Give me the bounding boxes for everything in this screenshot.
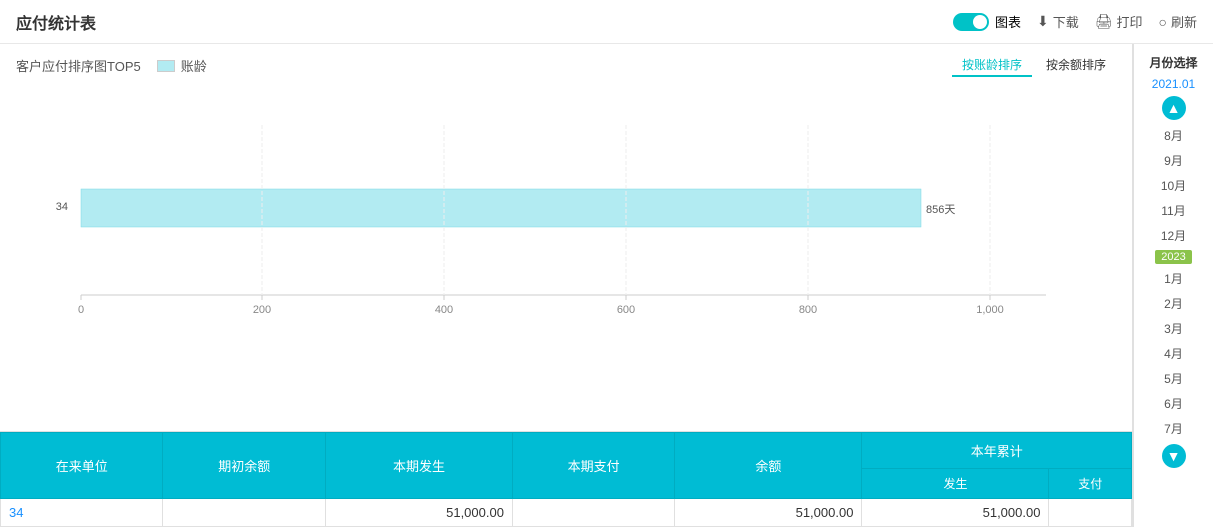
- col-current-pay: 本期支付: [512, 433, 674, 499]
- legend-top5: 客户应付排序图TOP5: [16, 56, 141, 75]
- cell-balance: 51,000.00: [675, 499, 862, 527]
- svg-text:600: 600: [617, 304, 635, 316]
- legend-balance-label: 账龄: [181, 56, 207, 75]
- table-header-row-1: 在来单位 期初余额 本期发生 本期支付 余额 本年累计: [1, 433, 1132, 469]
- chart-section: 客户应付排序图TOP5 账龄 按账龄排序 按余额排序: [0, 44, 1132, 431]
- print-label: 打印: [1117, 12, 1143, 31]
- main-content: 客户应付排序图TOP5 账龄 按账龄排序 按余额排序: [0, 44, 1213, 527]
- sort-by-age-button[interactable]: 按账龄排序: [952, 54, 1032, 77]
- chart-svg-container: 34 856天 0 200 400: [16, 85, 1116, 345]
- col-balance: 余额: [675, 433, 862, 499]
- table-row: 34 51,000.00 51,000.00 51,000.00: [1, 499, 1132, 527]
- col-current-occ: 本期发生: [325, 433, 512, 499]
- sort-by-balance-button[interactable]: 按余额排序: [1036, 54, 1116, 77]
- svg-text:1,000: 1,000: [976, 304, 1004, 316]
- refresh-button[interactable]: ○ 刷新: [1159, 12, 1197, 31]
- header-actions: 图表 ⬇ 下载 🖨 打印 ○ 刷新: [953, 12, 1197, 31]
- sidebar-month-10[interactable]: 10月: [1134, 173, 1213, 198]
- cell-current-occ: 51,000.00: [325, 499, 512, 527]
- sidebar-month-2[interactable]: 2月: [1134, 291, 1213, 316]
- sidebar-month-8[interactable]: 8月: [1134, 123, 1213, 148]
- cell-current-pay: [512, 499, 674, 527]
- chart-table-area: 客户应付排序图TOP5 账龄 按账龄排序 按余额排序: [0, 44, 1132, 527]
- col-ytd: 本年累计: [862, 433, 1132, 469]
- svg-text:400: 400: [435, 304, 453, 316]
- sidebar-month-9[interactable]: 9月: [1134, 148, 1213, 173]
- sidebar-year-label: 2021.01: [1152, 75, 1195, 93]
- cell-opening: [163, 499, 325, 527]
- print-button[interactable]: 🖨 打印: [1095, 12, 1143, 31]
- chart-toggle[interactable]: [953, 13, 989, 31]
- sidebar-month-11[interactable]: 11月: [1134, 198, 1213, 223]
- print-icon: 🖨: [1095, 13, 1113, 30]
- chart-header: 客户应付排序图TOP5 账龄 按账龄排序 按余额排序: [16, 54, 1116, 77]
- chart-legend: 客户应付排序图TOP5 账龄: [16, 56, 207, 75]
- chart-sort-buttons: 按账龄排序 按余额排序: [952, 54, 1116, 77]
- svg-text:800: 800: [799, 304, 817, 316]
- cell-ytd-occ: 51,000.00: [862, 499, 1049, 527]
- col-ytd-occ: 发生: [862, 469, 1049, 499]
- sidebar-title: 月份选择: [1149, 50, 1197, 75]
- svg-text:0: 0: [78, 304, 84, 316]
- table-wrapper: 在来单位 期初余额 本期发生 本期支付 余额 本年累计 发生 支付: [0, 432, 1132, 527]
- sidebar-up-button[interactable]: ▲: [1162, 96, 1186, 120]
- col-ytd-pay: 支付: [1049, 469, 1132, 499]
- sidebar-month-1[interactable]: 1月: [1134, 266, 1213, 291]
- sidebar-month-6[interactable]: 6月: [1134, 391, 1213, 416]
- chart-toggle-group: 图表: [953, 12, 1021, 31]
- sidebar-month-7[interactable]: 7月: [1134, 416, 1213, 441]
- sidebar-month-4[interactable]: 4月: [1134, 341, 1213, 366]
- refresh-label: 刷新: [1171, 12, 1197, 31]
- cell-ytd-pay: [1049, 499, 1132, 527]
- col-unit: 在来单位: [1, 433, 163, 499]
- col-opening: 期初余额: [163, 433, 325, 499]
- sidebar-month-12[interactable]: 12月: [1134, 223, 1213, 248]
- sidebar-month-5[interactable]: 5月: [1134, 366, 1213, 391]
- download-label: 下载: [1053, 12, 1079, 31]
- svg-text:34: 34: [56, 201, 68, 213]
- sidebar-month-3[interactable]: 3月: [1134, 316, 1213, 341]
- legend-color-box: [157, 60, 175, 72]
- cell-unit[interactable]: 34: [1, 499, 163, 527]
- download-icon: ⬇: [1037, 13, 1049, 30]
- data-table: 在来单位 期初余额 本期发生 本期支付 余额 本年累计 发生 支付: [0, 432, 1132, 527]
- svg-text:856天: 856天: [926, 204, 955, 216]
- header: 应付统计表 图表 ⬇ 下载 🖨 打印 ○ 刷新: [0, 0, 1213, 44]
- legend-balance: 账龄: [157, 56, 207, 75]
- table-section: 在来单位 期初余额 本期发生 本期支付 余额 本年累计 发生 支付: [0, 431, 1132, 527]
- chart-toggle-label: 图表: [995, 12, 1021, 31]
- page-title: 应付统计表: [16, 10, 96, 34]
- sidebar-year-badge[interactable]: 2023: [1155, 250, 1191, 264]
- sidebar-down-button[interactable]: ▼: [1162, 444, 1186, 468]
- svg-text:200: 200: [253, 304, 271, 316]
- right-sidebar: 月份选择 2021.01 ▲ 8月 9月 10月 11月 12月 2023 1月…: [1133, 44, 1213, 527]
- download-button[interactable]: ⬇ 下载: [1037, 12, 1079, 31]
- refresh-icon: ○: [1159, 14, 1167, 30]
- legend-top5-label: 客户应付排序图TOP5: [16, 56, 141, 75]
